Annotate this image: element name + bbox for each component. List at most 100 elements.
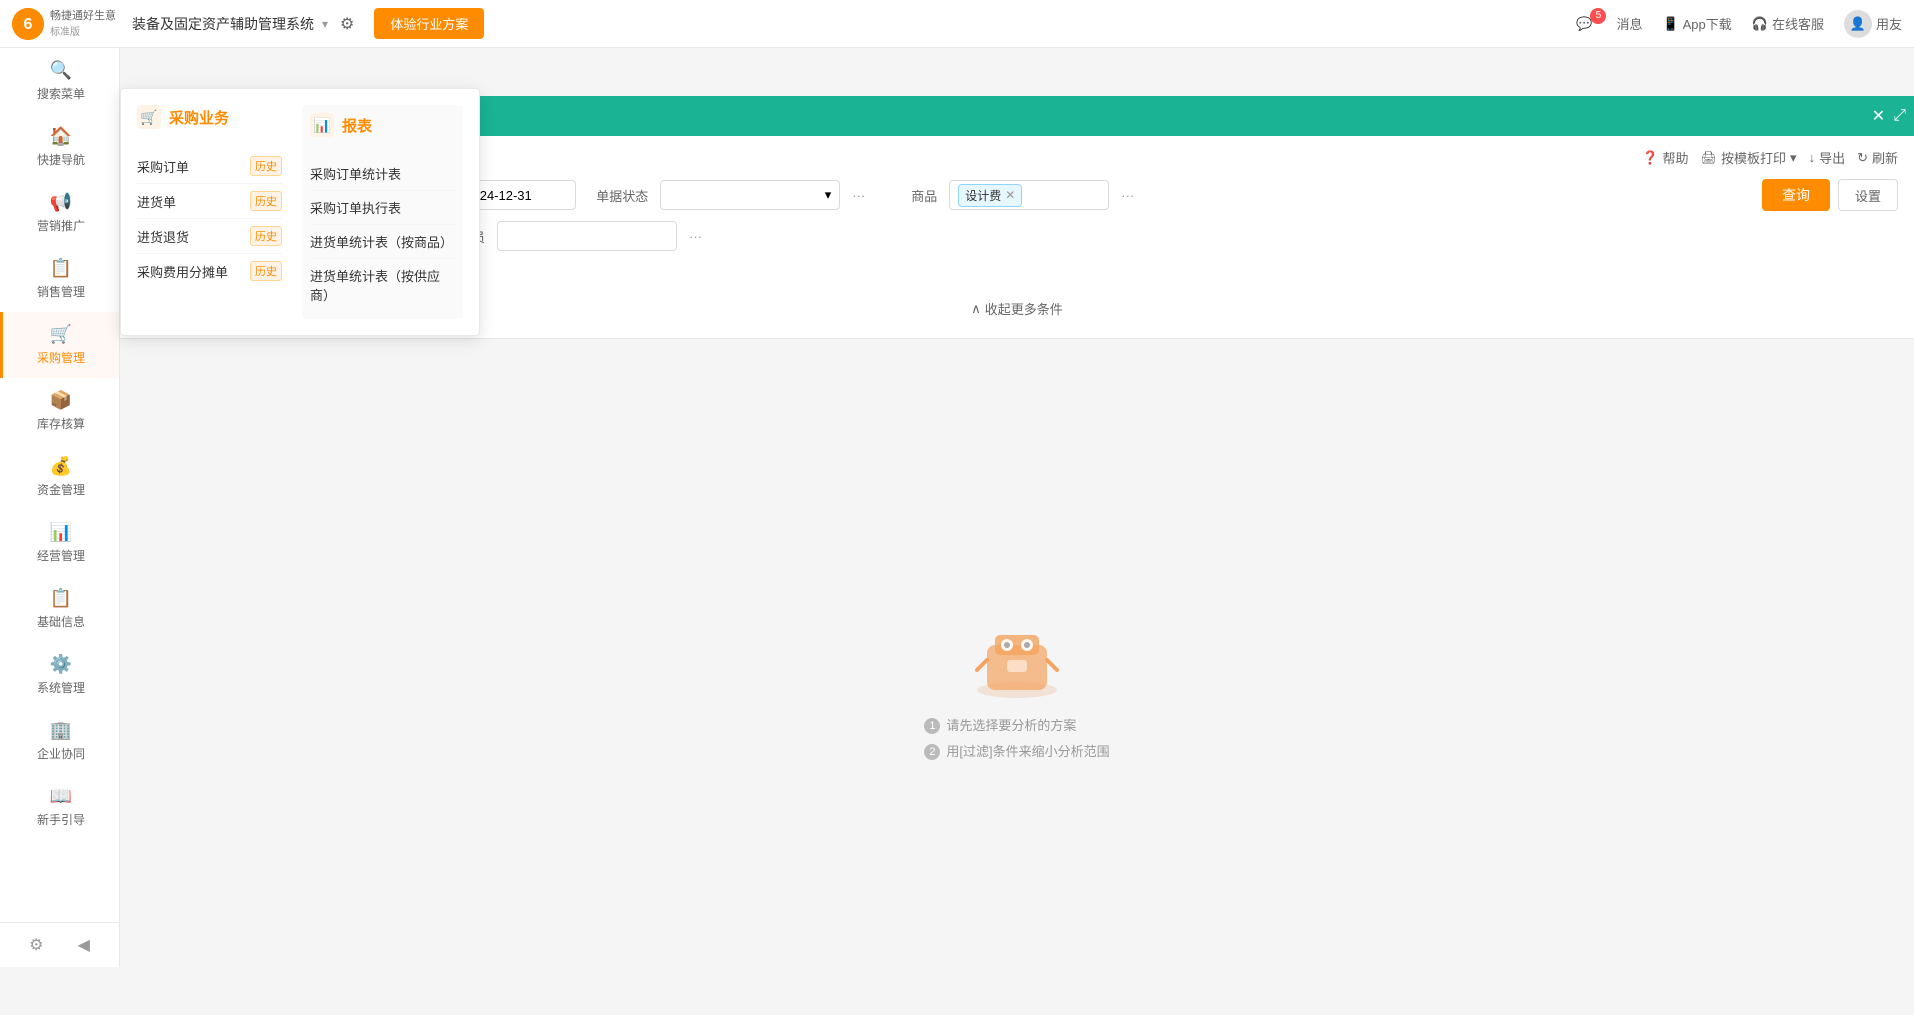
refresh-label: 刷新: [1872, 148, 1898, 167]
dropdown-arrow-icon[interactable]: ▾: [322, 17, 328, 31]
sidebar-label-operation: 经营管理: [37, 547, 85, 564]
purchase-expense-history-badge: 历史: [250, 261, 282, 281]
print-icon: 🖨: [1701, 150, 1718, 166]
sidebar-item-marketing[interactable]: 📢 营销推广: [0, 180, 119, 246]
goods-in-history-badge: 历史: [250, 191, 282, 211]
purchase-order-history-badge: 历史: [250, 156, 282, 176]
report-col-title: 📊 报表: [310, 113, 455, 145]
tab-expand-icon[interactable]: ⤢: [1893, 107, 1906, 125]
guide-icon: 📖: [50, 786, 72, 807]
goods-return-label: 进货退货: [137, 227, 189, 246]
app-download-item[interactable]: 📱 App下载: [1662, 14, 1731, 33]
dropdown-item-goods-in[interactable]: 进货单 历史: [137, 184, 282, 219]
user-label: 用友: [1876, 14, 1902, 33]
collapse-sidebar-icon[interactable]: ◀: [78, 935, 90, 955]
purchase-order-stats-label: 采购订单统计表: [310, 164, 401, 183]
print-action[interactable]: 🖨 按模板打印 ▾: [1701, 148, 1797, 167]
sidebar-label-marketing: 营销推广: [37, 217, 85, 234]
purchase-col: 🛒 采购业务 采购订单 历史 进货单 历史 进货退货 历史 采购费用分摊单 历史: [137, 105, 282, 319]
empty-state: 1 请先选择要分析的方案 2 用[过滤]条件来缩小分析范围: [120, 339, 1914, 1015]
salesman-select[interactable]: [497, 221, 677, 251]
system-title-text: 装备及固定资产辅助管理系统: [132, 14, 314, 34]
system-title-area: 装备及固定资产辅助管理系统 ▾ ⚙ 体验行业方案: [132, 8, 1576, 39]
basic-icon: 📋: [50, 588, 72, 609]
goods-select[interactable]: 设计费 ✕: [949, 180, 1109, 210]
status-label: 单据状态: [588, 186, 648, 205]
tab-window-close-icon[interactable]: ✕: [1872, 106, 1885, 126]
system-settings-icon[interactable]: ⚙: [340, 14, 354, 34]
goods-label: 商品: [877, 186, 937, 205]
sidebar-item-inventory[interactable]: 📦 库存核算: [0, 378, 119, 444]
settings-button[interactable]: 设置: [1838, 179, 1898, 211]
home-icon: 🏠: [50, 126, 72, 147]
purchase-order-label: 采购订单: [137, 157, 189, 176]
sidebar-item-enterprise[interactable]: 🏢 企业协同: [0, 708, 119, 774]
finance-icon: 💰: [50, 456, 72, 477]
sidebar-label-quicknav: 快捷导航: [37, 151, 85, 168]
collapse-up-icon: ∧: [971, 301, 981, 317]
print-dropdown-icon: ▾: [1790, 150, 1797, 166]
print-label: 按模板打印: [1721, 148, 1786, 167]
refresh-icon: ↻: [1857, 150, 1868, 166]
sidebar-label-inventory: 库存核算: [37, 415, 85, 432]
svg-text:6: 6: [24, 16, 33, 33]
tip-text-2: 用[过滤]条件来缩小分析范围: [946, 739, 1109, 765]
sidebar-item-basic[interactable]: 📋 基础信息: [0, 576, 119, 642]
sidebar-item-system[interactable]: ⚙️ 系统管理: [0, 642, 119, 708]
message-item[interactable]: 💬 5 消息: [1576, 14, 1642, 33]
status-dropdown-icon: ▾: [825, 187, 832, 203]
search-icon: 🔍: [50, 60, 72, 81]
message-badge: 5: [1590, 8, 1606, 24]
sidebar-item-search[interactable]: 🔍 搜索菜单: [0, 48, 119, 114]
dropdown-item-purchase-order[interactable]: 采购订单 历史: [137, 149, 282, 184]
status-select[interactable]: ▾: [660, 180, 840, 210]
dropdown-item-purchase-order-exec[interactable]: 采购订单执行表: [310, 191, 455, 225]
empty-tips: 1 请先选择要分析的方案 2 用[过滤]条件来缩小分析范围: [924, 713, 1109, 765]
sidebar-item-operation[interactable]: 📊 经营管理: [0, 510, 119, 576]
sales-icon: 📋: [50, 258, 72, 279]
marketing-icon: 📢: [50, 192, 72, 213]
sidebar-item-finance[interactable]: 💰 资金管理: [0, 444, 119, 510]
sidebar-item-sales[interactable]: 📋 销售管理: [0, 246, 119, 312]
goods-stats-by-goods-label: 进货单统计表（按商品）: [310, 232, 453, 251]
collapse-label: 收起更多条件: [985, 299, 1063, 318]
goods-tag: 设计费 ✕: [958, 184, 1022, 207]
report-col-icon: 📊: [310, 113, 334, 137]
sidebar-item-quicknav[interactable]: 🏠 快捷导航: [0, 114, 119, 180]
tip-num-2: 2: [924, 744, 940, 760]
help-icon: ❓: [1642, 150, 1658, 166]
sidebar: 🔍 搜索菜单 🏠 快捷导航 📢 营销推广 📋 销售管理 🛒 采购管理 📦 库存核…: [0, 48, 120, 967]
query-button[interactable]: 查询: [1762, 179, 1830, 211]
sidebar-item-purchase[interactable]: 🛒 采购管理: [0, 312, 119, 378]
logo-icon: 6: [12, 8, 44, 40]
empty-tip-1: 1 请先选择要分析的方案: [924, 713, 1109, 739]
purchase-order-exec-label: 采购订单执行表: [310, 198, 401, 217]
settings-bottom-icon[interactable]: ⚙: [29, 935, 43, 955]
salesman-more[interactable]: ···: [689, 229, 702, 244]
user-item[interactable]: 👤 用友: [1844, 10, 1902, 38]
empty-tip-2: 2 用[过滤]条件来缩小分析范围: [924, 739, 1109, 765]
dropdown-item-goods-return[interactable]: 进货退货 历史: [137, 219, 282, 254]
empty-illustration: [957, 590, 1077, 713]
inventory-icon: 📦: [50, 390, 72, 411]
help-action[interactable]: ❓ 帮助: [1642, 148, 1688, 167]
sidebar-label-purchase: 采购管理: [37, 349, 85, 366]
export-action[interactable]: ↓ 导出: [1809, 148, 1846, 167]
sidebar-item-guide[interactable]: 📖 新手引导: [0, 774, 119, 840]
sidebar-label-sales: 销售管理: [37, 283, 85, 300]
dropdown-item-goods-stats-by-goods[interactable]: 进货单统计表（按商品）: [310, 225, 455, 259]
sidebar-bottom: ⚙ ◀: [0, 922, 119, 967]
phone-icon: 📱: [1662, 16, 1678, 32]
dropdown-item-purchase-order-stats[interactable]: 采购订单统计表: [310, 157, 455, 191]
dropdown-item-goods-stats-by-supplier[interactable]: 进货单统计表（按供应商）: [310, 259, 455, 311]
status-more[interactable]: ···: [852, 188, 865, 203]
headset-icon: 🎧: [1752, 16, 1768, 32]
goods-tag-close[interactable]: ✕: [1005, 188, 1015, 202]
online-service-label: 在线客服: [1772, 14, 1824, 33]
refresh-action[interactable]: ↻ 刷新: [1857, 148, 1898, 167]
goods-more[interactable]: ···: [1121, 188, 1134, 203]
online-service-item[interactable]: 🎧 在线客服: [1752, 14, 1824, 33]
dropdown-item-purchase-expense[interactable]: 采购费用分摊单 历史: [137, 254, 282, 288]
industry-btn[interactable]: 体验行业方案: [374, 8, 484, 39]
purchase-dropdown-menu: 🛒 采购业务 采购订单 历史 进货单 历史 进货退货 历史 采购费用分摊单 历史…: [120, 88, 480, 336]
